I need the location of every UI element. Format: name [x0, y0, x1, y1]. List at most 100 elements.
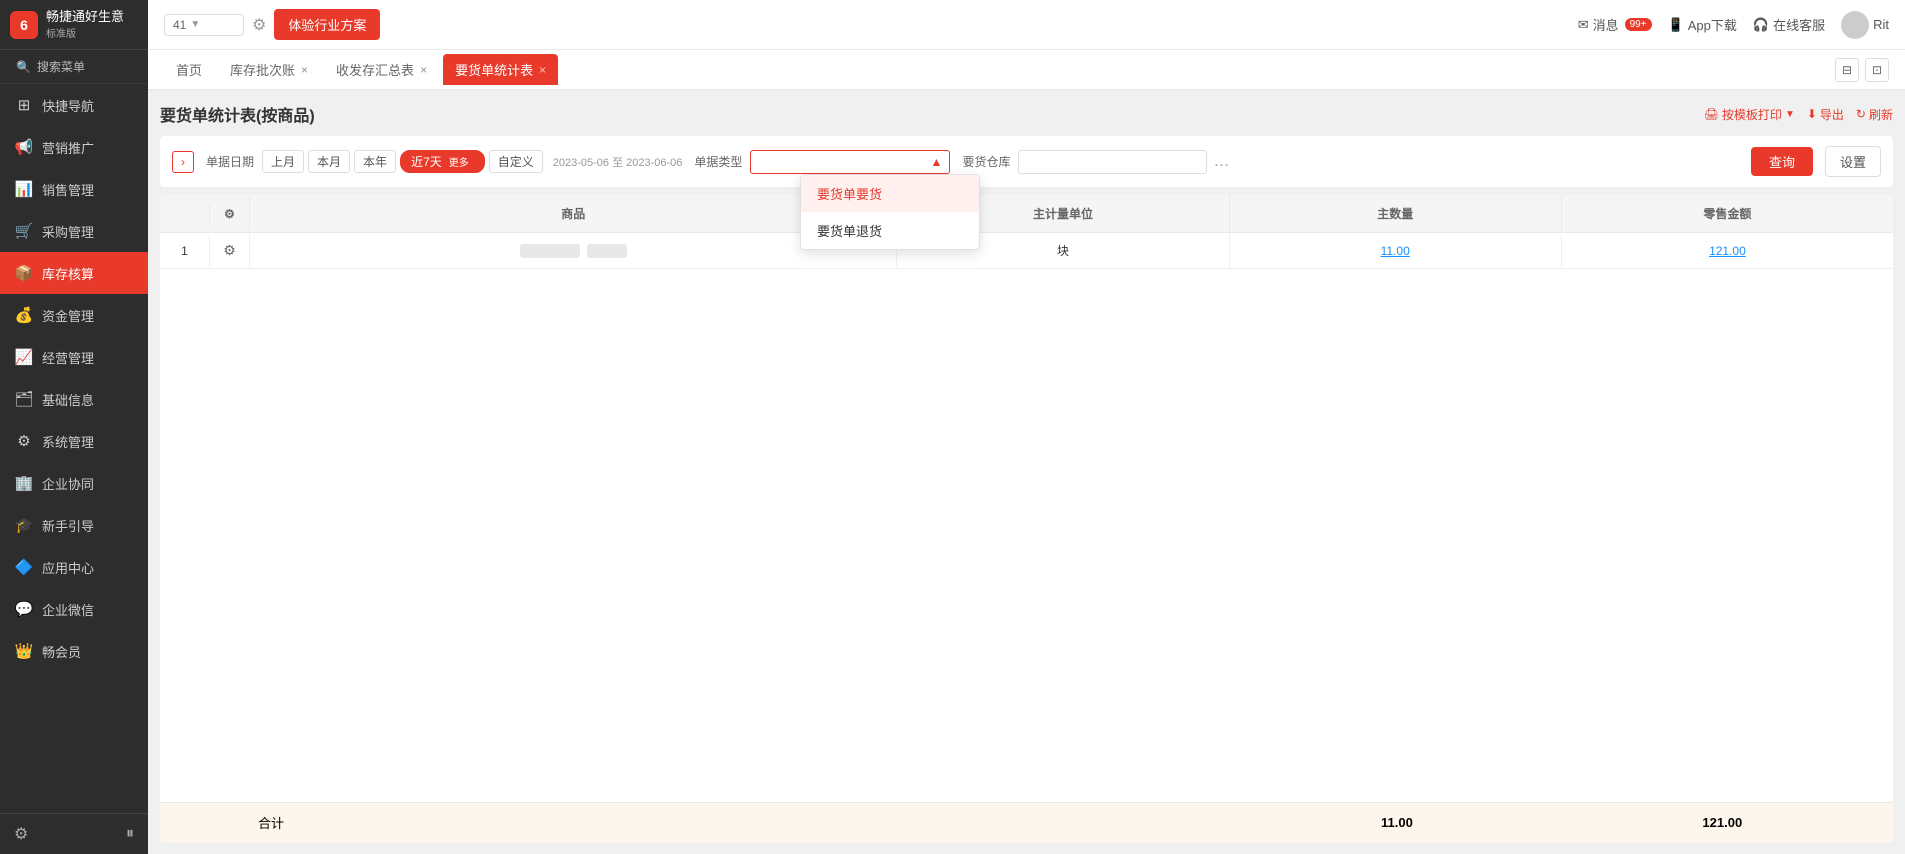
date-recent-btn[interactable]: 近7天 更多: [400, 150, 485, 173]
qty-link[interactable]: 11.00: [1381, 244, 1410, 258]
sidebar-logo: 6 畅捷通好生意 标准版: [0, 0, 148, 50]
date-this-year-btn[interactable]: 本年: [354, 150, 396, 173]
print-icon: 🖨: [1704, 107, 1719, 121]
app-download-btn[interactable]: 📱 App下载: [1668, 15, 1737, 34]
footer-qty: 11.00: [1234, 815, 1559, 830]
tab-collect-summary[interactable]: 收发存汇总表 ×: [324, 54, 439, 85]
headset-icon: 🎧: [1753, 17, 1769, 33]
sidebar-item-member[interactable]: 👑 畅会员: [0, 630, 148, 672]
tab-home[interactable]: 首页: [164, 54, 214, 85]
settings-icon[interactable]: ⚙: [14, 824, 28, 844]
td-amount: 121.00: [1562, 235, 1893, 267]
date-last-month-btn[interactable]: 上月: [262, 150, 304, 173]
tab-batch-account[interactable]: 库存批次账 ×: [218, 54, 320, 85]
sidebar-item-guide[interactable]: 🎓 新手引导: [0, 504, 148, 546]
warehouse-more-icon[interactable]: …: [1213, 153, 1229, 171]
sidebar-search[interactable]: 🔍 搜索菜单: [0, 50, 148, 84]
topbar: 41 ▼ ⚙ 体验行业方案 ✉ 消息 99+ 📱 App下载 🎧 在线客服 R: [148, 0, 1905, 50]
phone-icon: 📱: [1668, 17, 1684, 33]
warehouse-label: 要货仓库: [962, 153, 1010, 170]
close-batch-account-tab[interactable]: ×: [301, 63, 308, 77]
more-badge: 更多: [444, 153, 474, 170]
sidebar-nav: ⊞ 快捷导航 📢 营销推广 📊 销售管理 🛒 采购管理 📦 库存核算 💰 资金管…: [0, 84, 148, 813]
filter-toggle-btn[interactable]: ›: [172, 151, 194, 173]
online-service-btn[interactable]: 🎧 在线客服: [1753, 15, 1825, 34]
type-input[interactable]: [750, 150, 950, 174]
logo-text: 畅捷通好生意: [46, 9, 124, 26]
dropdown-item-order-in[interactable]: 要货单要货: [801, 175, 979, 212]
warehouse-input[interactable]: [1018, 150, 1207, 174]
col-header-gear: ⚙: [210, 197, 250, 231]
sidebar-item-system[interactable]: ⚙ 系统管理: [0, 420, 148, 462]
sidebar-item-marketing[interactable]: 📢 营销推广: [0, 126, 148, 168]
td-qty: 11.00: [1230, 235, 1562, 267]
logo-sub: 标准版: [46, 25, 124, 40]
tabs-fullscreen-btn[interactable]: ⊡: [1865, 58, 1889, 82]
sidebar-item-purchase[interactable]: 🛒 采购管理: [0, 210, 148, 252]
tabs-expand: ⊟ ⊡: [1835, 58, 1889, 82]
sidebar-item-enterprise[interactable]: 🏢 企业协同: [0, 462, 148, 504]
topbar-gear-icon[interactable]: ⚙: [252, 15, 266, 35]
enterprise-icon: 🏢: [14, 473, 34, 493]
logo-icon: 6: [10, 11, 38, 39]
sidebar-item-wechat[interactable]: 💬 企业微信: [0, 588, 148, 630]
warehouse-input-group: …: [1018, 150, 1229, 174]
user-menu[interactable]: Rit: [1841, 11, 1889, 39]
footer-label: 合计: [258, 813, 909, 832]
sidebar-item-finance[interactable]: 💰 资金管理: [0, 294, 148, 336]
member-icon: 👑: [14, 641, 34, 661]
date-filter-group: 单据日期 上月 本月 本年 近7天 更多 自定义 2023-05-06 至 20…: [206, 150, 682, 173]
row-gear-icon[interactable]: ⚙: [223, 242, 236, 258]
tabs-expand-btn[interactable]: ⊟: [1835, 58, 1859, 82]
refresh-btn[interactable]: ↻ 刷新: [1856, 106, 1893, 123]
date-label: 单据日期: [206, 153, 254, 170]
print-btn[interactable]: 🖨 按模板打印 ▼: [1704, 106, 1795, 123]
close-collect-summary-tab[interactable]: ×: [420, 63, 427, 77]
company-selector[interactable]: 41 ▼: [164, 14, 244, 36]
export-btn[interactable]: ⬇ 导出: [1807, 106, 1844, 123]
main-area: 41 ▼ ⚙ 体验行业方案 ✉ 消息 99+ 📱 App下载 🎧 在线客服 R: [148, 0, 1905, 854]
sidebar-item-operation[interactable]: 📈 经营管理: [0, 336, 148, 378]
print-chevron-icon: ▼: [1785, 109, 1795, 120]
messages-btn[interactable]: ✉ 消息 99+: [1578, 15, 1652, 34]
tab-order-summary[interactable]: 要货单统计表 ×: [443, 54, 558, 85]
page-header: 要货单统计表(按商品) 🖨 按模板打印 ▼ ⬇ 导出 ↻ 刷新: [160, 102, 1893, 126]
sidebar: 6 畅捷通好生意 标准版 🔍 搜索菜单 ⊞ 快捷导航 📢 营销推广 📊 销售管理…: [0, 0, 148, 854]
td-index: 1: [160, 235, 210, 267]
col-header-index: [160, 204, 210, 224]
query-btn[interactable]: 查询: [1751, 147, 1813, 176]
basic-icon: 🗂: [14, 389, 34, 409]
quick-nav-icon: ⊞: [14, 95, 34, 115]
search-icon: 🔍: [16, 60, 31, 74]
app-center-icon: 🔷: [14, 557, 34, 577]
table-row: 1 ⚙ 块 11.00 121.00: [160, 233, 1893, 269]
product-placeholder-2: [587, 244, 627, 258]
inventory-icon: 📦: [14, 263, 34, 283]
purchase-icon: 🛒: [14, 221, 34, 241]
sidebar-item-inventory[interactable]: 📦 库存核算: [0, 252, 148, 294]
tabs-bar: 首页 库存批次账 × 收发存汇总表 × 要货单统计表 × ⊟ ⊡: [148, 50, 1905, 90]
type-label: 单据类型: [694, 153, 742, 170]
collapse-icon[interactable]: ⏸: [126, 825, 134, 843]
close-order-summary-tab[interactable]: ×: [539, 63, 546, 77]
dropdown-item-order-out[interactable]: 要货单退货: [801, 212, 979, 249]
table-body: 1 ⚙ 块 11.00 121.00: [160, 233, 1893, 802]
col-header-amount: 零售金额: [1562, 195, 1893, 232]
type-dropdown-chevron-icon[interactable]: ▲: [931, 155, 943, 169]
wechat-icon: 💬: [14, 599, 34, 619]
topbar-left: 41 ▼ ⚙ 体验行业方案: [164, 9, 380, 40]
sidebar-item-basic[interactable]: 🗂 基础信息: [0, 378, 148, 420]
topbar-right: ✉ 消息 99+ 📱 App下载 🎧 在线客服 Rit: [1578, 11, 1889, 39]
sidebar-item-app-center[interactable]: 🔷 应用中心: [0, 546, 148, 588]
date-this-month-btn[interactable]: 本月: [308, 150, 350, 173]
sidebar-item-sales[interactable]: 📊 销售管理: [0, 168, 148, 210]
trial-btn[interactable]: 体验行业方案: [274, 9, 380, 40]
sidebar-item-quick-nav[interactable]: ⊞ 快捷导航: [0, 84, 148, 126]
amount-link[interactable]: 121.00: [1709, 244, 1746, 258]
col-header-qty: 主数量: [1230, 195, 1562, 232]
sales-icon: 📊: [14, 179, 34, 199]
type-dropdown: 要货单要货 要货单退货: [800, 174, 980, 250]
marketing-icon: 📢: [14, 137, 34, 157]
date-custom-btn[interactable]: 自定义: [489, 150, 543, 173]
settings-btn[interactable]: 设置: [1825, 146, 1881, 177]
